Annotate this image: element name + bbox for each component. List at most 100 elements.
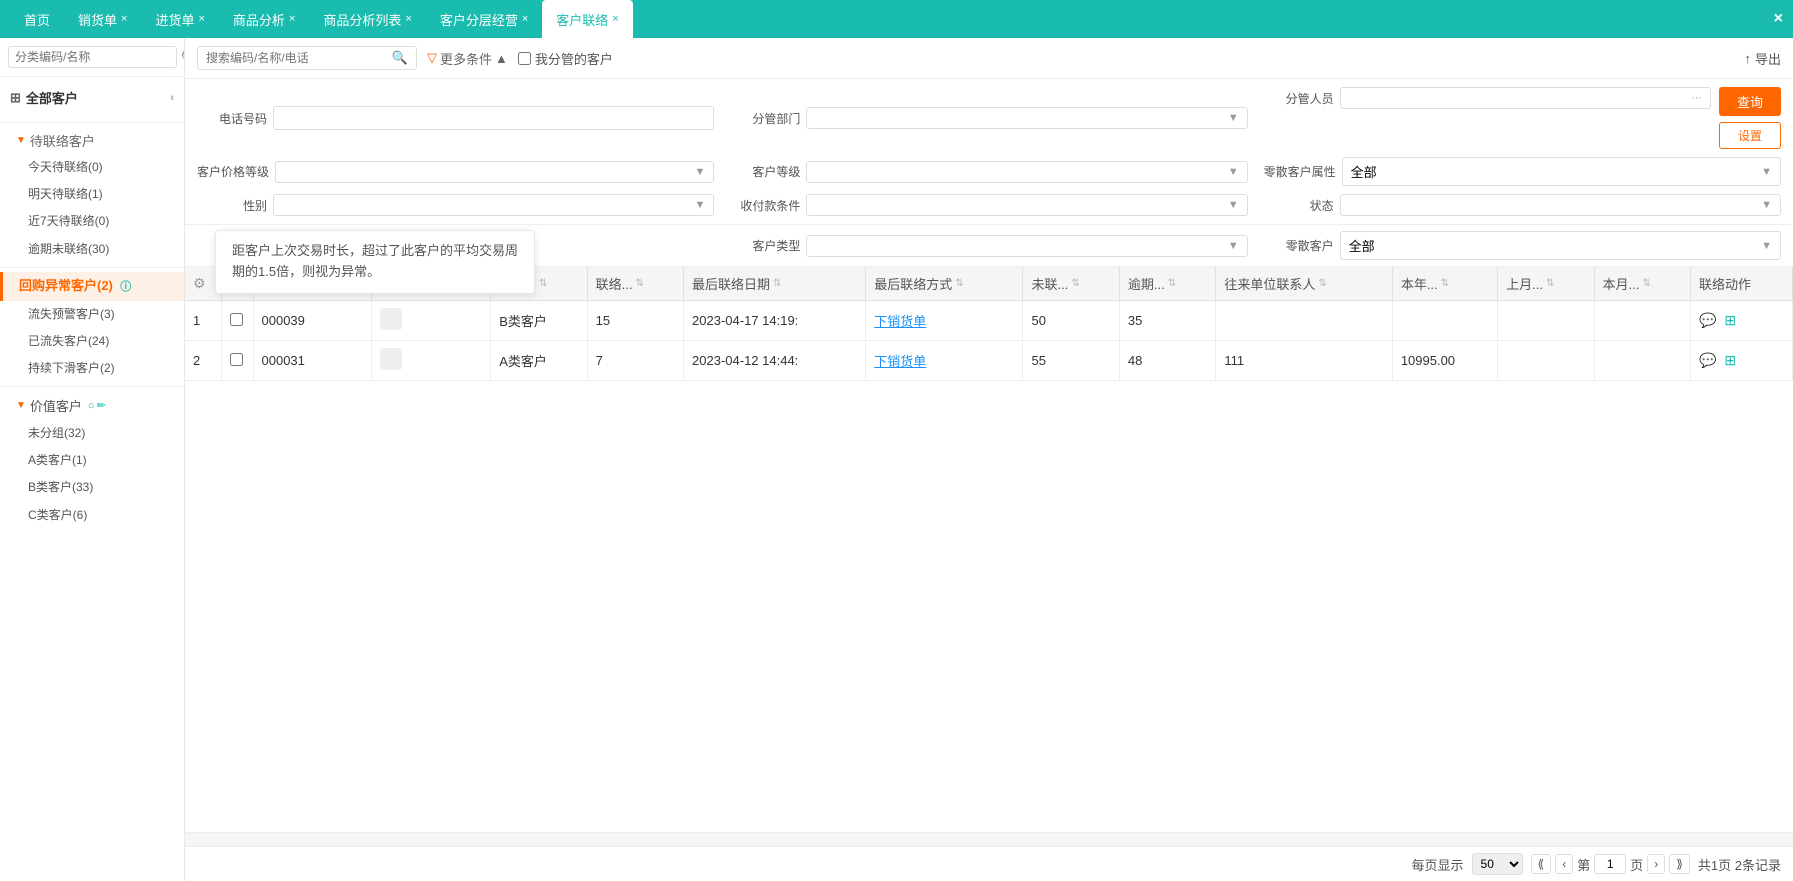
nav-close-product-analysis[interactable]: × [289, 13, 295, 25]
window-close-button[interactable]: × [1774, 10, 1783, 28]
grid-icon: ⊞ [10, 90, 21, 106]
action-icons-1: 💬 ⊞ [1699, 312, 1784, 329]
sidebar-item-a-type[interactable]: A类客户(1) [0, 447, 184, 474]
nav-product-list[interactable]: 商品分析列表 × [309, 0, 425, 38]
my-customer-checkbox[interactable]: 我分管的客户 [518, 49, 613, 68]
nav-close-sales[interactable]: × [121, 13, 127, 25]
sidebar-all-customers[interactable]: ⊞ 全部客户 ‹ [0, 83, 184, 112]
chat-icon-2[interactable]: 💬 [1699, 352, 1716, 369]
search-box: 🔍 [197, 46, 417, 70]
status-select[interactable]: ▼ [1340, 194, 1781, 216]
grid-action-icon-1[interactable]: ⊞ [1724, 312, 1736, 329]
cell-last-method-1[interactable]: 下销货单 [866, 301, 1023, 341]
cell-contact-1: 15 [587, 301, 683, 341]
chevron-down-icon: ▼ [1228, 112, 1239, 124]
last-method-link-1[interactable]: 下销货单 [874, 314, 926, 329]
cell-checkbox-2[interactable] [221, 341, 253, 381]
chevron-down-icon6: ▼ [694, 199, 705, 211]
retail-customer-select[interactable]: 全部 ▼ [1340, 231, 1781, 260]
nav-close-purchase[interactable]: × [198, 13, 204, 25]
th-uncontacted[interactable]: 未联... ⇅ [1023, 267, 1119, 301]
sidebar-item-today[interactable]: 今天待联络(0) [0, 154, 184, 181]
th-this-year[interactable]: 本年... ⇅ [1392, 267, 1497, 301]
sidebar-value-group[interactable]: ▼ 价值客户 ○ ✏ [0, 391, 184, 420]
th-this-month[interactable]: 本月... ⇅ [1594, 267, 1690, 301]
horizontal-scrollbar[interactable] [185, 832, 1793, 846]
sort-icon3: ⇅ [539, 278, 547, 289]
tooltip-box: 距客户上次交易时长，超过了此客户的平均交易周期的1.5倍，则视为异常。 [215, 230, 535, 294]
data-table-container[interactable]: ⚙ 客户编码 ⇅ 客户名称 [185, 267, 1793, 832]
set-button[interactable]: 设置 [1719, 122, 1781, 149]
gear-icon[interactable]: ⚙ [193, 275, 206, 292]
customer-type-select[interactable]: ▼ [806, 235, 1247, 257]
filter-button[interactable]: ▽ 更多条件 ▲ [427, 49, 508, 68]
person-select[interactable]: ··· [1340, 87, 1711, 109]
table-row: 2 000031 A类客户 7 2023-04-12 14:44: 下销货单 5… [185, 341, 1793, 381]
edit-icon[interactable]: ○ [88, 400, 95, 412]
nav-close-product-list[interactable]: × [405, 13, 411, 25]
next-page-button[interactable]: › [1647, 854, 1665, 874]
sidebar-item-ungrouped[interactable]: 未分组(32) [0, 420, 184, 447]
search-icon[interactable]: 🔍 [392, 50, 408, 66]
th-last-method[interactable]: 最后联络方式 ⇅ [866, 267, 1023, 301]
sidebar-item-tomorrow[interactable]: 明天待联络(1) [0, 181, 184, 208]
cell-last-method-2[interactable]: 下销货单 [866, 341, 1023, 381]
avatar-2 [380, 348, 402, 370]
nav-product-analysis[interactable]: 商品分析 × [219, 0, 309, 38]
nav-purchase[interactable]: 进货单 × [141, 0, 218, 38]
info-icon[interactable]: ⓘ [120, 281, 131, 293]
last-method-link-2[interactable]: 下销货单 [874, 354, 926, 369]
sidebar-item-lost[interactable]: 已流失客户(24) [0, 328, 184, 355]
divider2 [0, 267, 184, 268]
nav-customer-tier[interactable]: 客户分层经营 × [426, 0, 542, 38]
first-page-button[interactable]: ⟪ [1531, 854, 1552, 874]
th-last-month[interactable]: 上月... ⇅ [1498, 267, 1594, 301]
query-button[interactable]: 查询 [1719, 87, 1781, 116]
per-page-select[interactable]: 50 100 200 [1472, 853, 1523, 875]
filter-icon: ▽ [427, 50, 437, 66]
sidebar-item-overdue[interactable]: 逾期未联络(30) [0, 236, 184, 263]
cell-contact-person-2: 111 [1216, 341, 1392, 381]
payment-select[interactable]: ▼ [806, 194, 1247, 216]
sidebar-search-area: 🔍 [0, 38, 184, 77]
sidebar-pending-group[interactable]: ▼ 待联络客户 [0, 127, 184, 154]
sidebar-item-7days[interactable]: 近7天待联络(0) [0, 208, 184, 235]
sidebar-item-declining[interactable]: 持续下滑客户(2) [0, 355, 184, 382]
nav-close-customer-contact[interactable]: × [612, 13, 618, 25]
prev-page-button[interactable]: ‹ [1555, 854, 1573, 874]
gender-select[interactable]: ▼ [273, 194, 714, 216]
price-grade-select[interactable]: ▼ [275, 161, 714, 183]
cell-this-month-2 [1594, 341, 1690, 381]
phone-input[interactable] [273, 106, 714, 130]
sidebar-item-b-type[interactable]: B类客户(33) [0, 474, 184, 501]
export-button[interactable]: ↑ 导出 [1744, 49, 1781, 68]
my-customer-check[interactable] [518, 52, 531, 65]
row-checkbox-1[interactable] [230, 313, 243, 326]
grid-action-icon-2[interactable]: ⊞ [1724, 352, 1736, 369]
retail-attr-select[interactable]: 全部 ▼ [1342, 157, 1781, 186]
pagination-bar: 每页显示 50 100 200 ⟪ ‹ 第 页 › ⟫ 共1页 2条记录 [185, 846, 1793, 881]
sidebar-item-abnormal[interactable]: 回购异常客户(2) ⓘ [0, 272, 184, 301]
row-checkbox-2[interactable] [230, 353, 243, 366]
edit2-icon[interactable]: ✏ [97, 399, 106, 412]
grade-select[interactable]: ▼ [806, 161, 1247, 183]
th-contact[interactable]: 联络... ⇅ [587, 267, 683, 301]
th-last-date[interactable]: 最后联络日期 ⇅ [684, 267, 866, 301]
th-overdue[interactable]: 逾期... ⇅ [1119, 267, 1215, 301]
th-contact-person[interactable]: 往来单位联系人 ⇅ [1216, 267, 1392, 301]
nav-home[interactable]: 首页 [10, 0, 64, 38]
search-input[interactable] [206, 51, 388, 65]
sidebar-item-c-type[interactable]: C类客户(6) [0, 502, 184, 529]
cell-name-1 [372, 301, 491, 341]
last-page-button[interactable]: ⟫ [1669, 854, 1690, 874]
page-number-input[interactable] [1594, 854, 1626, 874]
nav-customer-contact[interactable]: 客户联络 × [542, 0, 632, 38]
chat-icon-1[interactable]: 💬 [1699, 312, 1716, 329]
filter-person: 分管人员 ··· [1264, 87, 1711, 109]
sidebar-item-lost-warning[interactable]: 流失预警客户(3) [0, 301, 184, 328]
nav-close-customer-tier[interactable]: × [522, 13, 528, 25]
dept-select[interactable]: ▼ [806, 107, 1247, 129]
nav-sales[interactable]: 销货单 × [64, 0, 141, 38]
cell-checkbox-1[interactable] [221, 301, 253, 341]
sidebar-search-input[interactable] [8, 46, 177, 68]
